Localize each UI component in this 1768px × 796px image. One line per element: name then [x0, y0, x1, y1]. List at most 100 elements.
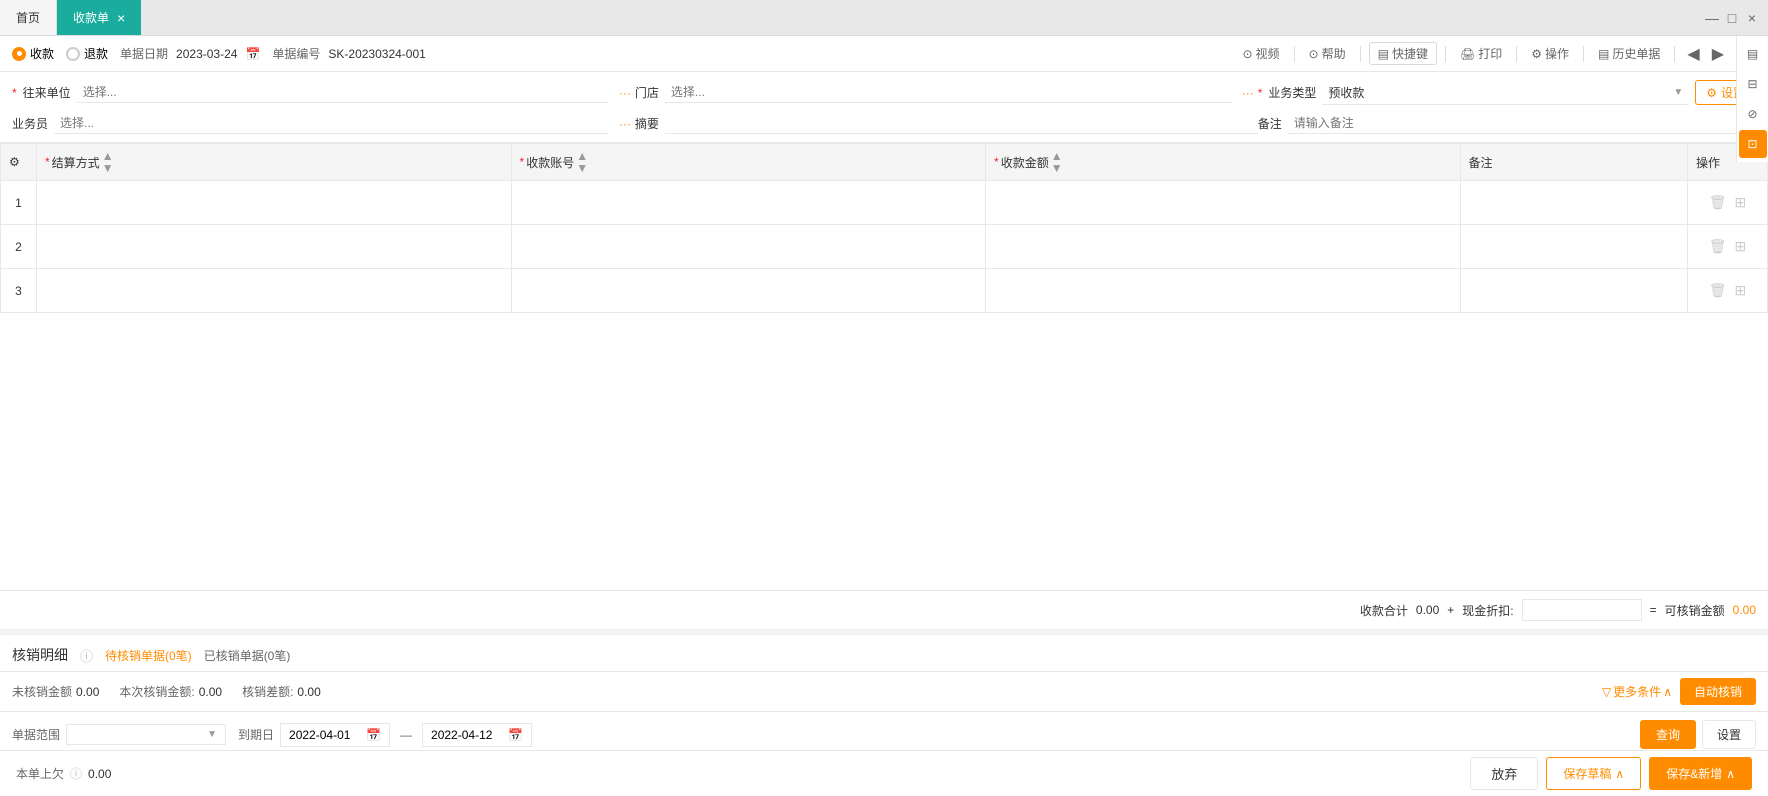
row3-copy-icon[interactable]: ⊞ — [1735, 282, 1747, 299]
billno-value: SK-20230324-001 — [328, 47, 425, 61]
filter-right: 查询 设置 — [1640, 720, 1756, 749]
row2-copy-icon[interactable]: ⊞ — [1735, 238, 1747, 255]
th-remark: 备注 — [1460, 144, 1687, 181]
main-content: 收款 退款 单据日期 2023-03-24 📅 单据编号 SK-20230324… — [0, 36, 1768, 796]
diff-value: 0.00 — [297, 685, 320, 699]
row2-account[interactable] — [511, 225, 986, 269]
row3-account[interactable] — [511, 269, 986, 313]
tab-pending[interactable]: 待核销单据(0笔) — [105, 647, 192, 664]
operation-icon: ⚙ — [1531, 47, 1542, 61]
row2-remark[interactable] — [1460, 225, 1687, 269]
info-icon[interactable]: ⓘ — [80, 646, 93, 665]
calendar-icon[interactable]: 📅 — [245, 47, 260, 61]
save-new-button[interactable]: 保存&新增 ∧ — [1649, 757, 1752, 790]
date-to-picker[interactable]: 2022-04-12 📅 — [422, 723, 532, 747]
date-from-picker[interactable]: 2022-04-01 📅 — [280, 723, 390, 747]
row1-account[interactable] — [511, 181, 986, 225]
nav-next-icon[interactable]: ▶ — [1708, 44, 1728, 64]
sidebar-icon-1[interactable]: ▤ — [1739, 40, 1767, 68]
row1-remark[interactable] — [1460, 181, 1687, 225]
row3-settlement[interactable] — [37, 269, 512, 313]
abandon-button[interactable]: 放弃 — [1470, 757, 1538, 790]
radio-group: 收款 退款 — [12, 45, 108, 62]
save-draft-button[interactable]: 保存草稿 ∧ — [1546, 757, 1641, 790]
bill-range-select[interactable]: ▼ — [66, 724, 226, 745]
row1-delete-icon[interactable]: 🗑 — [1709, 194, 1727, 211]
minimize-button[interactable]: — — [1704, 10, 1720, 26]
net-label: 可核销金额 — [1665, 602, 1725, 619]
sidebar-icon-2[interactable]: ⊟ — [1739, 70, 1767, 98]
row1-copy-icon[interactable]: ⊞ — [1735, 194, 1747, 211]
sidebar-icon-3[interactable]: ⊘ — [1739, 100, 1767, 128]
th-settlement: * 结算方式 ▲▼ — [37, 144, 512, 181]
th-account: * 收款账号 ▲▼ — [511, 144, 986, 181]
history-icon: ▤ — [1598, 47, 1609, 61]
row1-amount[interactable] — [986, 181, 1461, 225]
date-value: 2023-03-24 — [176, 47, 237, 61]
video-btn[interactable]: ⊙ 视频 — [1236, 43, 1285, 64]
summary-input[interactable] — [665, 113, 1258, 134]
salesperson-input[interactable] — [54, 113, 609, 134]
radio-refund[interactable]: 退款 — [66, 45, 108, 62]
salesperson-more-btn[interactable]: ··· — [615, 117, 635, 131]
row3-delete-icon[interactable]: 🗑 — [1709, 282, 1727, 299]
maximize-button[interactable]: □ — [1724, 10, 1740, 26]
store-more-btn[interactable]: ··· — [1238, 86, 1258, 100]
net-value: 0.00 — [1733, 603, 1756, 617]
help-btn[interactable]: ⊙ 帮助 — [1303, 43, 1352, 64]
counterpart-input[interactable] — [77, 82, 609, 103]
row1-actions: 🗑 ⊞ — [1688, 181, 1768, 225]
th-gear[interactable]: ⚙ — [1, 144, 37, 181]
biz-type-select[interactable]: 预收款 ▼ — [1322, 81, 1689, 105]
row2-actions: 🗑 ⊞ — [1688, 225, 1768, 269]
remark-input[interactable] — [1288, 113, 1756, 134]
row2-settlement[interactable] — [37, 225, 512, 269]
store-label: 门店 — [635, 84, 659, 101]
close-button[interactable]: × — [1744, 10, 1760, 26]
more-conditions-btn[interactable]: ▽ 更多条件 ∧ — [1602, 683, 1672, 700]
calendar-to-icon: 📅 — [508, 728, 523, 742]
tab-home[interactable]: 首页 — [0, 0, 57, 35]
row3-actions: 🗑 ⊞ — [1688, 269, 1768, 313]
stats-row: 未核销金额 0.00 本次核销金额: 0.00 核销差额: 0.00 ▽ 更多条… — [0, 672, 1768, 712]
date-from-value: 2022-04-01 — [289, 728, 350, 742]
tab-active-receipt[interactable]: 收款单 × — [57, 0, 141, 35]
row2-amount[interactable] — [986, 225, 1461, 269]
row1-settlement[interactable] — [37, 181, 512, 225]
divider4 — [1516, 46, 1517, 62]
required-star-1: * — [12, 86, 17, 100]
equals-sign: = — [1650, 603, 1657, 617]
nav-prev-icon[interactable]: ◀ — [1683, 44, 1703, 64]
filter-settings-button[interactable]: 设置 — [1702, 720, 1756, 749]
operation-btn[interactable]: ⚙ 操作 — [1525, 43, 1575, 64]
sort-account-icon[interactable]: ▲▼ — [576, 150, 588, 174]
sort-settlement-icon[interactable]: ▲▼ — [102, 150, 114, 174]
sort-amount-icon[interactable]: ▲▼ — [1051, 150, 1063, 174]
print-btn[interactable]: 🖨 打印 — [1454, 43, 1508, 64]
store-field: 门店 ··· — [635, 82, 1258, 103]
save-new-arrow-icon: ∧ — [1726, 767, 1735, 781]
discount-input[interactable] — [1522, 599, 1642, 621]
unchecked-stat: 未核销金额 0.00 — [12, 683, 99, 700]
sidebar-icon-4-active[interactable]: ⊡ — [1739, 130, 1767, 158]
radio-receive-icon — [12, 47, 26, 61]
home-tab-label: 首页 — [16, 9, 40, 26]
tab-done[interactable]: 已核销单据(0笔) — [204, 647, 291, 664]
history-btn[interactable]: ▤ 历史单据 — [1592, 43, 1666, 64]
row-num-2: 2 — [1, 225, 37, 269]
total-label: 收款合计 — [1360, 602, 1408, 619]
toolbar-right: ⊙ 视频 ⊙ 帮助 ▤ 快捷键 🖨 打印 ⚙ 操作 — [1236, 42, 1756, 65]
tab-close-icon[interactable]: × — [117, 11, 125, 25]
biz-type-arrow-icon: ▼ — [1673, 87, 1683, 98]
row3-remark[interactable] — [1460, 269, 1687, 313]
store-input[interactable] — [665, 82, 1232, 103]
row3-amount[interactable] — [986, 269, 1461, 313]
shortcut-btn[interactable]: ▤ 快捷键 — [1369, 42, 1437, 65]
row2-delete-icon[interactable]: 🗑 — [1709, 238, 1727, 255]
counterpart-more-btn[interactable]: ··· — [615, 86, 635, 100]
radio-receive[interactable]: 收款 — [12, 45, 54, 62]
query-button[interactable]: 查询 — [1640, 720, 1696, 749]
footer: 本单上欠 ⓘ 0.00 放弃 保存草稿 ∧ 保存&新增 ∧ — [0, 750, 1768, 796]
auto-verify-button[interactable]: 自动核销 — [1680, 678, 1756, 705]
receipt-table: ⚙ * 结算方式 ▲▼ * 收款账号 ▲▼ — [0, 143, 1768, 313]
